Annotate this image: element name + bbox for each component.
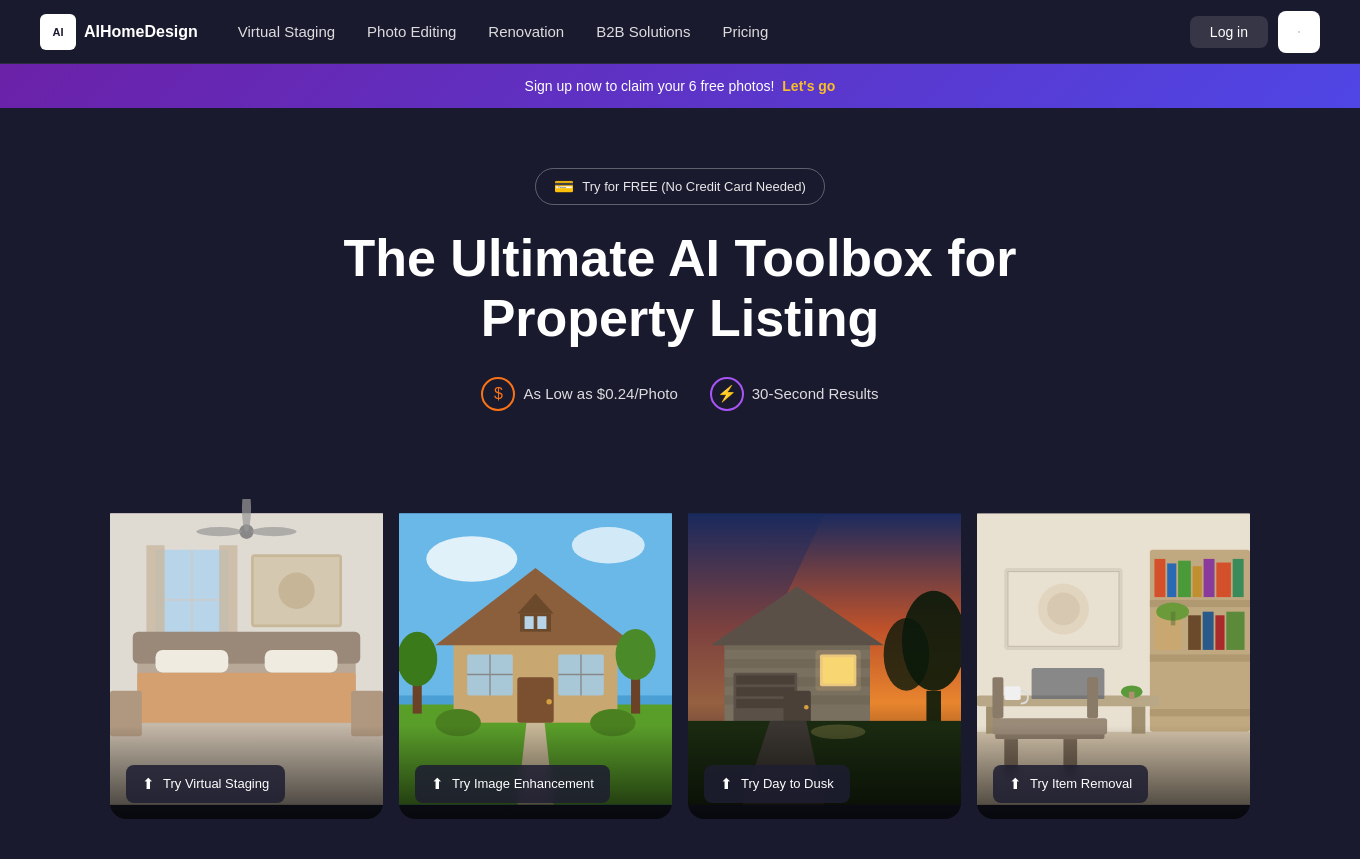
try-item-removal-button[interactable]: ⬆ Try Item Removal [993, 765, 1148, 803]
svg-rect-13 [265, 649, 338, 672]
card-overlay-4: ⬆ Try Item Removal [977, 725, 1250, 819]
card-btn-label-3: Try Day to Dusk [741, 776, 834, 791]
card-overlay-1: ⬆ Try Virtual Staging [110, 725, 383, 819]
nav-link-b2b[interactable]: B2B Solutions [596, 23, 690, 40]
svg-point-43 [546, 699, 551, 704]
try-image-enhancement-button[interactable]: ⬆ Try Image Enhancement [415, 765, 610, 803]
svg-rect-90 [1226, 611, 1244, 649]
nav-link-virtual-staging[interactable]: Virtual Staging [238, 23, 335, 40]
credit-card-icon: 💳 [554, 177, 574, 196]
svg-rect-84 [1216, 562, 1231, 597]
svg-rect-67 [815, 649, 861, 690]
svg-point-54 [884, 618, 930, 691]
svg-point-0 [1299, 31, 1300, 32]
badge-text: Try for FREE (No Credit Card Needed) [582, 179, 805, 194]
svg-rect-81 [1178, 560, 1191, 596]
upload-icon-2: ⬆ [431, 775, 444, 793]
card-item-removal: ⬆ Try Item Removal [977, 499, 1250, 819]
login-button[interactable]: Log in [1190, 16, 1268, 48]
stat-speed-text: 30-Second Results [752, 385, 879, 402]
card-overlay-2: ⬆ Try Image Enhancement [399, 725, 672, 819]
svg-rect-14 [137, 672, 355, 722]
banner-cta[interactable]: Let's go [782, 78, 835, 94]
navigation: AI AIHomeDesign Virtual Staging Photo Ed… [0, 0, 1360, 64]
stat-price-text: As Low as $0.24/Photo [523, 385, 677, 402]
dollar-icon: $ [481, 377, 515, 411]
svg-rect-12 [156, 649, 229, 672]
svg-rect-78 [1150, 709, 1250, 716]
nav-links: Virtual Staging Photo Editing Renovation… [238, 23, 769, 40]
hero-stats: $ As Low as $0.24/Photo ⚡ 30-Second Resu… [20, 377, 1340, 411]
upload-icon-4: ⬆ [1009, 775, 1022, 793]
svg-rect-100 [1004, 686, 1020, 700]
card-virtual-staging: ⬆ Try Virtual Staging [110, 499, 383, 819]
card-btn-label-2: Try Image Enhancement [452, 776, 594, 791]
svg-point-69 [804, 705, 809, 710]
svg-point-27 [572, 527, 645, 563]
svg-rect-34 [525, 616, 534, 629]
svg-rect-79 [1154, 558, 1165, 596]
svg-rect-110 [1087, 677, 1098, 718]
card-image-enhancement: ⬆ Try Image Enhancement [399, 499, 672, 819]
banner-text: Sign up now to claim your 6 free photos! [525, 78, 775, 94]
card-btn-label-4: Try Item Removal [1030, 776, 1132, 791]
nav-link-pricing[interactable]: Pricing [722, 23, 768, 40]
svg-point-45 [399, 631, 437, 686]
signup-button[interactable] [1278, 11, 1320, 53]
free-badge: 💳 Try for FREE (No Credit Card Needed) [535, 168, 824, 205]
stat-price: $ As Low as $0.24/Photo [481, 377, 677, 411]
logo[interactable]: AI AIHomeDesign [40, 14, 198, 50]
svg-point-26 [426, 536, 517, 582]
stat-speed: ⚡ 30-Second Results [710, 377, 879, 411]
svg-rect-80 [1167, 563, 1176, 597]
logo-icon: AI [40, 14, 76, 50]
hero-title: The Ultimate AI Toolbox for Property Lis… [280, 229, 1080, 349]
try-day-to-dusk-button[interactable]: ⬆ Try Day to Dusk [704, 765, 850, 803]
svg-rect-77 [1150, 654, 1250, 661]
logo-text: AIHomeDesign [84, 23, 198, 41]
nav-link-photo-editing[interactable]: Photo Editing [367, 23, 456, 40]
svg-point-104 [1047, 592, 1080, 625]
promo-banner: Sign up now to claim your 6 free photos!… [0, 64, 1360, 108]
svg-rect-62 [736, 675, 794, 684]
feature-cards: ⬆ Try Virtual Staging [90, 499, 1270, 819]
svg-rect-35 [537, 616, 546, 629]
card-overlay-3: ⬆ Try Day to Dusk [688, 725, 961, 819]
hero-section: 💳 Try for FREE (No Credit Card Needed) T… [0, 108, 1360, 499]
lightning-icon: ⚡ [710, 377, 744, 411]
user-icon [1298, 23, 1300, 41]
svg-rect-85 [1233, 558, 1244, 596]
svg-rect-87 [1188, 615, 1201, 650]
svg-rect-99 [1129, 691, 1134, 698]
svg-point-18 [196, 527, 242, 536]
nav-right: Log in [1190, 11, 1320, 53]
svg-rect-109 [992, 677, 1003, 718]
upload-icon-3: ⬆ [720, 775, 733, 793]
nav-left: AI AIHomeDesign Virtual Staging Photo Ed… [40, 14, 768, 50]
svg-point-23 [278, 572, 314, 608]
card-day-to-dusk: ⬆ Try Day to Dusk [688, 499, 961, 819]
nav-link-renovation[interactable]: Renovation [488, 23, 564, 40]
card-btn-label-1: Try Virtual Staging [163, 776, 269, 791]
svg-rect-92 [1171, 611, 1176, 625]
svg-rect-88 [1203, 611, 1214, 649]
svg-point-19 [251, 527, 296, 536]
svg-rect-89 [1215, 615, 1224, 650]
svg-rect-83 [1204, 558, 1215, 596]
svg-rect-82 [1193, 566, 1202, 597]
try-virtual-staging-button[interactable]: ⬆ Try Virtual Staging [126, 765, 285, 803]
upload-icon-1: ⬆ [142, 775, 155, 793]
svg-point-47 [616, 629, 656, 680]
